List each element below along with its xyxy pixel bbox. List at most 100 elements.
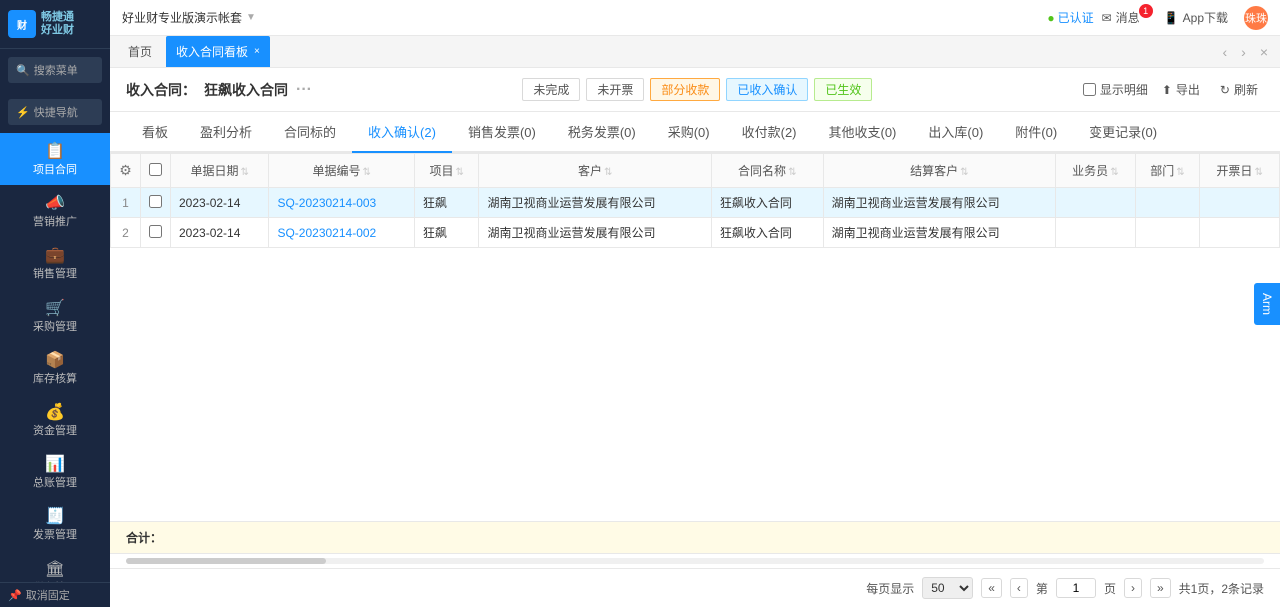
right-float-button[interactable]: Arm xyxy=(1254,283,1280,325)
user-avatar: 珠珠 xyxy=(1244,6,1268,30)
page-tab-0[interactable]: 看板 xyxy=(126,112,184,153)
row-num-0: 1 xyxy=(111,188,141,218)
sidebar-item-8[interactable]: 🏛 税务管理 xyxy=(0,551,110,583)
scrollbar-thumb[interactable] xyxy=(126,558,326,564)
company-dropdown-icon: ▼ xyxy=(246,12,256,23)
page-tab-5[interactable]: 税务发票(0) xyxy=(552,112,652,153)
sidebar-item-0[interactable]: 📋 项目合同 xyxy=(0,133,110,185)
tab-close-all-button[interactable]: × xyxy=(1256,42,1272,62)
sidebar-item-1[interactable]: 📣 营销推广 xyxy=(0,185,110,237)
next-page-button[interactable]: › xyxy=(1124,578,1142,598)
department-sort-icon[interactable]: ⇅ xyxy=(1176,167,1184,178)
main-area: 好业财专业版演示帐套 ▼ ● 已认证 ✉ 消息 1 📱 App下载 珠珠 xyxy=(110,0,1280,607)
pin-label: 取消固定 xyxy=(26,587,70,603)
per-page-label: 每页显示 xyxy=(866,580,914,597)
user-menu[interactable]: 珠珠 xyxy=(1244,6,1268,30)
row-check-1[interactable] xyxy=(141,218,171,248)
page-tab-2[interactable]: 合同标的 xyxy=(268,112,352,153)
settle-sort-icon[interactable]: ⇅ xyxy=(960,167,968,178)
docno-col-header: 单据编号⇅ xyxy=(269,154,414,188)
row-customer-0: 湖南卫视商业运营发展有限公司 xyxy=(479,188,711,218)
sidebar-search-area[interactable]: 🔍 搜索菜单 xyxy=(0,49,110,91)
table-row[interactable]: 1 2023-02-14 SQ-20230214-003 狂飙 湖南卫视商业运营… xyxy=(111,188,1280,218)
sidebar-item-icon-4: 📦 xyxy=(45,350,65,370)
department-col-header: 部门⇅ xyxy=(1135,154,1200,188)
doc-link-1[interactable]: SQ-20230214-002 xyxy=(277,226,376,240)
row-salesperson-0 xyxy=(1056,188,1136,218)
docno-sort-icon[interactable]: ⇅ xyxy=(362,167,370,178)
gear-icon[interactable]: ⚙ xyxy=(119,162,132,178)
scrollbar-area[interactable] xyxy=(110,553,1280,568)
sidebar-item-7[interactable]: 🧾 发票管理 xyxy=(0,498,110,550)
sidebar-item-icon-7: 🧾 xyxy=(45,506,65,526)
display-detail-input[interactable] xyxy=(1083,83,1096,96)
select-all-checkbox[interactable] xyxy=(149,163,162,176)
invoicedate-sort-icon[interactable]: ⇅ xyxy=(1254,167,1262,178)
date-sort-icon[interactable]: ⇅ xyxy=(241,167,249,178)
sidebar-item-icon-0: 📋 xyxy=(45,141,65,161)
pin-bar[interactable]: 📌 取消固定 xyxy=(0,582,110,607)
message-button[interactable]: ✉ 消息 1 xyxy=(1102,9,1148,26)
status-tag-1[interactable]: 未开票 xyxy=(586,78,644,101)
last-page-button[interactable]: » xyxy=(1150,578,1171,598)
table-row[interactable]: 2 2023-02-14 SQ-20230214-002 狂飙 湖南卫视商业运营… xyxy=(111,218,1280,248)
quick-nav-button[interactable]: ⚡ 快捷导航 xyxy=(8,99,102,125)
row-project-0: 狂飙 xyxy=(414,188,479,218)
export-button[interactable]: ⬆ 导出 xyxy=(1156,79,1206,100)
refresh-button[interactable]: ↻ 刷新 xyxy=(1214,79,1264,100)
settings-col-header: ⚙ xyxy=(111,154,141,188)
page-tab-10[interactable]: 附件(0) xyxy=(999,112,1073,153)
page-tab-7[interactable]: 收付款(2) xyxy=(726,112,813,153)
active-tab[interactable]: 收入合同看板 × xyxy=(166,36,270,67)
tab-prev-button[interactable]: ‹ xyxy=(1218,42,1231,62)
sidebar-item-6[interactable]: 📊 总账管理 xyxy=(0,446,110,498)
sidebar-item-label-6: 总账管理 xyxy=(33,477,77,490)
page-tab-1[interactable]: 盈利分析 xyxy=(184,112,268,153)
tab-next-button[interactable]: › xyxy=(1237,42,1250,62)
page-tab-3[interactable]: 收入确认(2) xyxy=(352,112,452,153)
page-tab-4[interactable]: 销售发票(0) xyxy=(452,112,552,153)
app-download-button[interactable]: 📱 App下载 xyxy=(1164,9,1228,26)
table-header-row: ⚙ 单据日期⇅ 单据编号⇅ 项目⇅ 客户⇅ 合同名称⇅ 结算客户⇅ 业务员⇅ 部… xyxy=(111,154,1280,188)
doc-link-0[interactable]: SQ-20230214-003 xyxy=(277,196,376,210)
content-header: 收入合同： 狂飙收入合同 ··· 未完成未开票部分收款已收入确认已生效 显示明细… xyxy=(110,68,1280,112)
page-tab-9[interactable]: 出入库(0) xyxy=(912,112,999,153)
sidebar-nav-list: 📋 项目合同 📣 营销推广 💼 销售管理 🛒 采购管理 📦 库存核算 💰 资金管… xyxy=(0,133,110,582)
sidebar-item-label-3: 采购管理 xyxy=(33,321,77,334)
sidebar-item-5[interactable]: 💰 资金管理 xyxy=(0,394,110,446)
salesperson-sort-icon[interactable]: ⇅ xyxy=(1110,167,1118,178)
topbar: 好业财专业版演示帐套 ▼ ● 已认证 ✉ 消息 1 📱 App下载 珠珠 xyxy=(110,0,1280,36)
status-tag-4[interactable]: 已生效 xyxy=(814,78,872,101)
first-page-button[interactable]: « xyxy=(981,578,1002,598)
sidebar-item-4[interactable]: 📦 库存核算 xyxy=(0,342,110,394)
contract-sort-icon[interactable]: ⇅ xyxy=(788,167,796,178)
row-docno-1[interactable]: SQ-20230214-002 xyxy=(269,218,414,248)
per-page-select[interactable]: 50 20 100 xyxy=(922,577,973,599)
page-tab-11[interactable]: 变更记录(0) xyxy=(1073,112,1173,153)
row-check-0[interactable] xyxy=(141,188,171,218)
row-contract-1: 狂飙收入合同 xyxy=(711,218,823,248)
search-menu-button[interactable]: 🔍 搜索菜单 xyxy=(8,57,102,83)
sidebar-item-2[interactable]: 💼 销售管理 xyxy=(0,237,110,289)
page-tab-8[interactable]: 其他收支(0) xyxy=(813,112,913,153)
sidebar-item-3[interactable]: 🛒 采购管理 xyxy=(0,290,110,342)
tab-close-button[interactable]: × xyxy=(254,46,260,57)
more-options-button[interactable]: ··· xyxy=(296,81,312,99)
certified-label: 已认证 xyxy=(1058,9,1094,26)
row-checkbox-1[interactable] xyxy=(149,225,162,238)
status-tag-3[interactable]: 已收入确认 xyxy=(726,78,808,101)
status-tag-2[interactable]: 部分收款 xyxy=(650,78,720,101)
display-detail-checkbox[interactable]: 显示明细 xyxy=(1083,81,1148,98)
prev-page-button[interactable]: ‹ xyxy=(1010,578,1028,598)
row-docno-0[interactable]: SQ-20230214-003 xyxy=(269,188,414,218)
customer-sort-icon[interactable]: ⇅ xyxy=(604,167,612,178)
project-sort-icon[interactable]: ⇅ xyxy=(455,167,463,178)
row-checkbox-0[interactable] xyxy=(149,195,162,208)
company-selector[interactable]: 好业财专业版演示帐套 ▼ xyxy=(122,9,1039,26)
row-invoicedate-0 xyxy=(1200,188,1280,218)
page-number-input[interactable] xyxy=(1056,578,1096,598)
home-tab[interactable]: 首页 xyxy=(118,36,162,67)
page-tab-6[interactable]: 采购(0) xyxy=(652,112,726,153)
quick-nav-area[interactable]: ⚡ 快捷导航 xyxy=(0,91,110,133)
status-tag-0[interactable]: 未完成 xyxy=(522,78,580,101)
